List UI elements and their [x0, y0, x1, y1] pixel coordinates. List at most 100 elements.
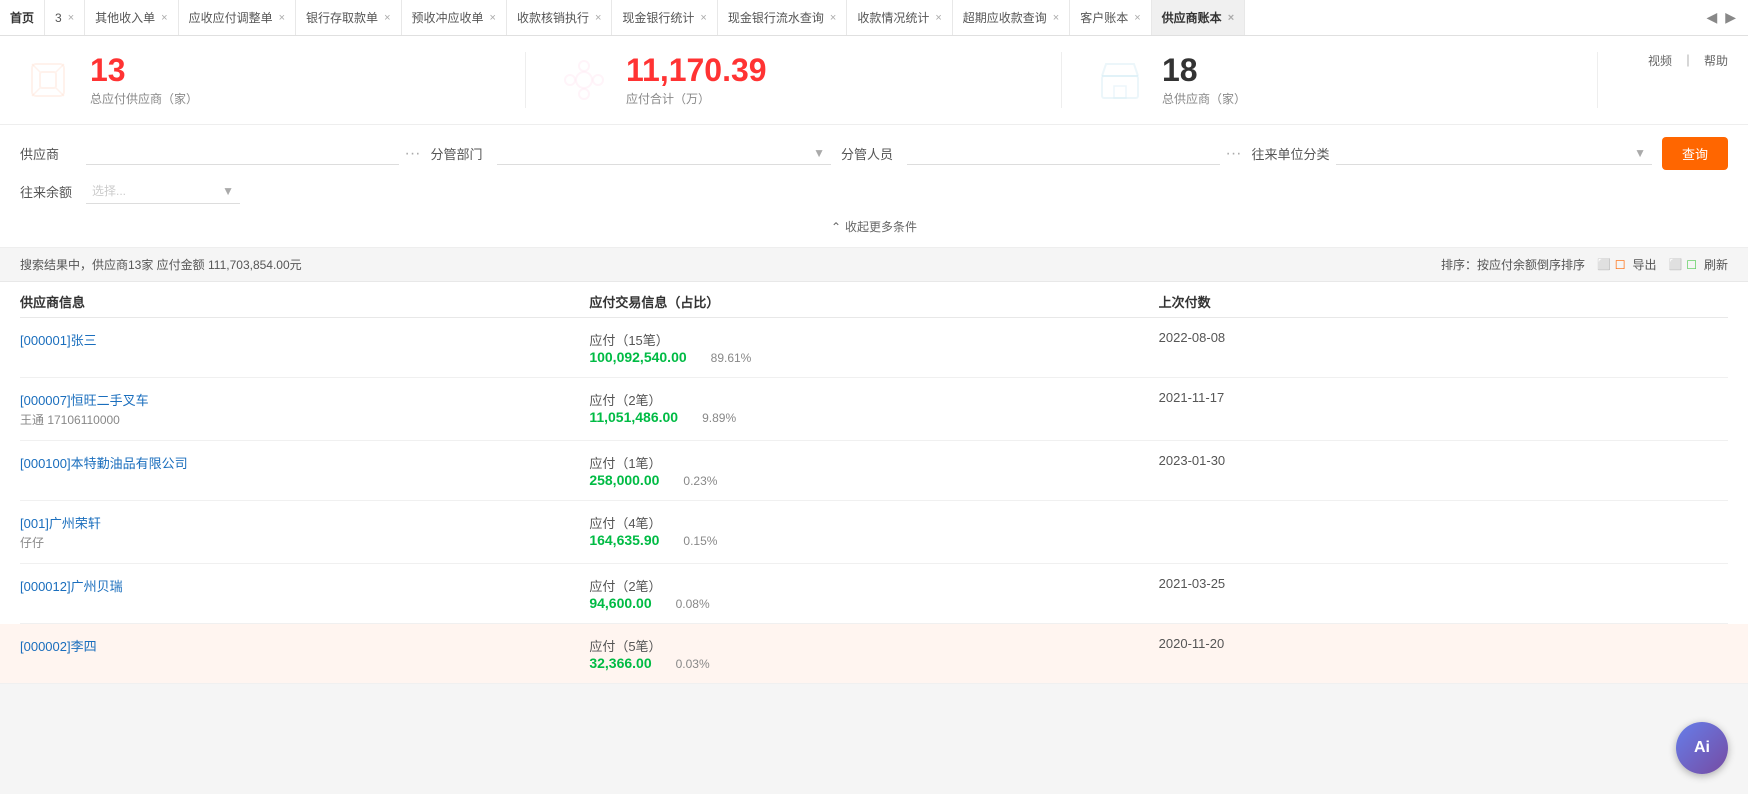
supplier-label: 供应商: [20, 144, 80, 163]
nav-tab-collection-label: 收款核销执行: [517, 9, 589, 26]
card-info-suppliers: 13 总应付供应商（家）: [90, 53, 198, 107]
sort-label[interactable]: 排序：按应付余额倒序排序: [1441, 256, 1585, 273]
department-select[interactable]: ▼: [497, 142, 832, 165]
nav-tab-supplier-book[interactable]: 供应商账本 ×: [1152, 0, 1245, 36]
nav-tab-collection-stat[interactable]: 收款情况统计 ×: [847, 0, 952, 36]
tx-inner-1: 11,051,486.00 9.89%: [589, 409, 1158, 425]
refresh-button[interactable]: ☐ 刷新: [1669, 256, 1728, 273]
diamond-icon: [20, 52, 76, 108]
supplier-link-1[interactable]: [000007]恒旺二手叉车: [20, 393, 149, 408]
tx-cell-2: 应付（1笔） 258,000.00 0.23%: [589, 453, 1158, 488]
supplier-sub-1: 王通 17106110000: [20, 411, 589, 428]
table-row: [000007]恒旺二手叉车 王通 17106110000 应付（2笔） 11,…: [20, 378, 1728, 441]
tx-percent-1: 9.89%: [702, 411, 736, 425]
top-navigation: 首页 3 × 其他收入单 × 应收应付调整单 × 银行存取款单 × 预收冲应收单…: [0, 0, 1748, 36]
collapse-button[interactable]: ⌃ 收起更多条件: [831, 218, 917, 235]
nav-tab-home[interactable]: 首页: [0, 0, 45, 36]
tx-label-5: 应付（5笔）: [589, 636, 1158, 655]
nav-tab-bank-deposit-close[interactable]: ×: [384, 12, 390, 24]
nav-tab-collection-close[interactable]: ×: [595, 12, 601, 24]
top-right-links: 视频 ｜ 帮助: [1628, 52, 1728, 69]
person-input[interactable]: [907, 142, 1220, 165]
nav-tab-cash-stat-close[interactable]: ×: [700, 12, 706, 24]
supplier-link-4[interactable]: [000012]广州贝瑞: [20, 579, 123, 594]
tx-inner-0: 100,092,540.00 89.61%: [589, 349, 1158, 365]
supplier-link-5[interactable]: [000002]李四: [20, 639, 97, 654]
tx-cell-1: 应付（2笔） 11,051,486.00 9.89%: [589, 390, 1158, 425]
search-button[interactable]: 查询: [1662, 137, 1728, 170]
supplier-dots[interactable]: ···: [405, 145, 421, 163]
table-row: [000012]广州贝瑞 应付（2笔） 94,600.00 0.08% 2021…: [20, 564, 1728, 624]
tx-percent-2: 0.23%: [683, 474, 717, 488]
table-section: 供应商信息 应付交易信息（占比） 上次付数 [000001]张三 应付（15笔）…: [0, 282, 1748, 684]
table-row: [001]广州荣轩 仔仔 应付（4笔） 164,635.90 0.15%: [20, 501, 1728, 564]
nav-tab-adjustment[interactable]: 应收应付调整单 ×: [179, 0, 296, 36]
nav-tab-3-close[interactable]: ×: [68, 12, 74, 24]
unit-label: 往来单位分类: [1252, 144, 1330, 163]
nav-tab-customer-book-label: 客户账本: [1080, 9, 1128, 26]
help-link[interactable]: 帮助: [1704, 52, 1728, 69]
tx-amount-1[interactable]: 11,051,486.00: [589, 409, 678, 425]
table-row: [000002]李四 应付（5笔） 32,366.00 0.03% 2020-1…: [0, 624, 1748, 684]
department-label: 分管部门: [431, 144, 491, 163]
export-button[interactable]: ☐ 导出: [1597, 256, 1656, 273]
nav-prev-arrow[interactable]: ◀: [1702, 9, 1721, 26]
supplier-cell-0: [000001]张三: [20, 330, 589, 349]
nav-tab-prepay[interactable]: 预收冲应收单 ×: [402, 0, 507, 36]
person-dots[interactable]: ···: [1226, 145, 1242, 163]
balance-select[interactable]: 选择... ▼: [86, 178, 240, 204]
summary-section: 13 总应付供应商（家） 11,170.39 应付合计（万）: [0, 36, 1748, 125]
nav-tab-supplier-book-close[interactable]: ×: [1228, 12, 1234, 24]
nav-tab-collection-stat-close[interactable]: ×: [935, 12, 941, 24]
summary-card-total: 18 总供应商（家）: [1092, 52, 1598, 108]
tx-amount-5[interactable]: 32,366.00: [589, 655, 651, 671]
tx-percent-0: 89.61%: [711, 351, 752, 365]
filter-row-1: 供应商 ··· 分管部门 ▼ 分管人员 ··· 往来单位分类 ▼ 查询: [20, 137, 1728, 170]
tx-amount-2[interactable]: 258,000.00: [589, 472, 659, 488]
nav-tab-adjustment-close[interactable]: ×: [279, 12, 285, 24]
ai-button[interactable]: Ai: [1676, 722, 1728, 774]
nav-tab-overdue[interactable]: 超期应收款查询 ×: [953, 0, 1070, 36]
lastpay-cell-1: 2021-11-17: [1159, 390, 1728, 405]
flower-icon: [556, 52, 612, 108]
nav-tab-bank-deposit[interactable]: 银行存取款单 ×: [296, 0, 401, 36]
nav-tab-prepay-close[interactable]: ×: [490, 12, 496, 24]
nav-tab-overdue-close[interactable]: ×: [1053, 12, 1059, 24]
refresh-icon: ☐: [1686, 258, 1697, 272]
nav-tab-collection[interactable]: 收款核销执行 ×: [507, 0, 612, 36]
tx-inner-3: 164,635.90 0.15%: [589, 532, 1158, 548]
card-info-total: 18 总供应商（家）: [1162, 53, 1246, 107]
unit-arrow: ▼: [1634, 146, 1646, 160]
supplier-link-2[interactable]: [000100]本特勤油品有限公司: [20, 456, 188, 471]
supplier-link-0[interactable]: [000001]张三: [20, 333, 97, 348]
ai-label: Ai: [1694, 739, 1710, 757]
nav-tab-bank-deposit-label: 银行存取款单: [306, 9, 378, 26]
nav-tab-cash-flow[interactable]: 现金银行流水查询 ×: [718, 0, 847, 36]
filter-unit: 往来单位分类 ▼: [1252, 142, 1653, 165]
nav-tab-3[interactable]: 3 ×: [45, 0, 85, 36]
supplier-input[interactable]: [86, 142, 399, 165]
tx-amount-0[interactable]: 100,092,540.00: [589, 349, 686, 365]
lastpay-cell-5: 2020-11-20: [1159, 636, 1728, 651]
tx-amount-4[interactable]: 94,600.00: [589, 595, 651, 611]
nav-tab-customer-book[interactable]: 客户账本 ×: [1070, 0, 1151, 36]
refresh-label: 刷新: [1704, 256, 1728, 273]
total-payable-amount: 11,170.39: [626, 53, 767, 88]
nav-tab-other-income[interactable]: 其他收入单 ×: [85, 0, 178, 36]
unit-select[interactable]: ▼: [1336, 142, 1652, 165]
result-text: 搜索结果中，供应商13家 应付金额 111,703,854.00元: [20, 256, 302, 273]
filter-supplier: 供应商 ···: [20, 142, 421, 165]
nav-next-arrow[interactable]: ▶: [1721, 9, 1740, 26]
nav-tab-other-income-close[interactable]: ×: [161, 12, 167, 24]
supplier-cell-2: [000100]本特勤油品有限公司: [20, 453, 589, 472]
nav-tab-cash-stat[interactable]: 现金银行统计 ×: [612, 0, 717, 36]
filter-section: 供应商 ··· 分管部门 ▼ 分管人员 ··· 往来单位分类 ▼ 查询 往来: [0, 125, 1748, 248]
nav-tab-prepay-label: 预收冲应收单: [412, 9, 484, 26]
nav-tab-customer-book-close[interactable]: ×: [1134, 12, 1140, 24]
video-link[interactable]: 视频: [1648, 52, 1672, 69]
nav-tab-cash-flow-close[interactable]: ×: [830, 12, 836, 24]
tx-percent-5: 0.03%: [676, 657, 710, 671]
collapse-bar: ⌃ 收起更多条件: [20, 212, 1728, 239]
tx-amount-3[interactable]: 164,635.90: [589, 532, 659, 548]
supplier-link-3[interactable]: [001]广州荣轩: [20, 516, 101, 531]
